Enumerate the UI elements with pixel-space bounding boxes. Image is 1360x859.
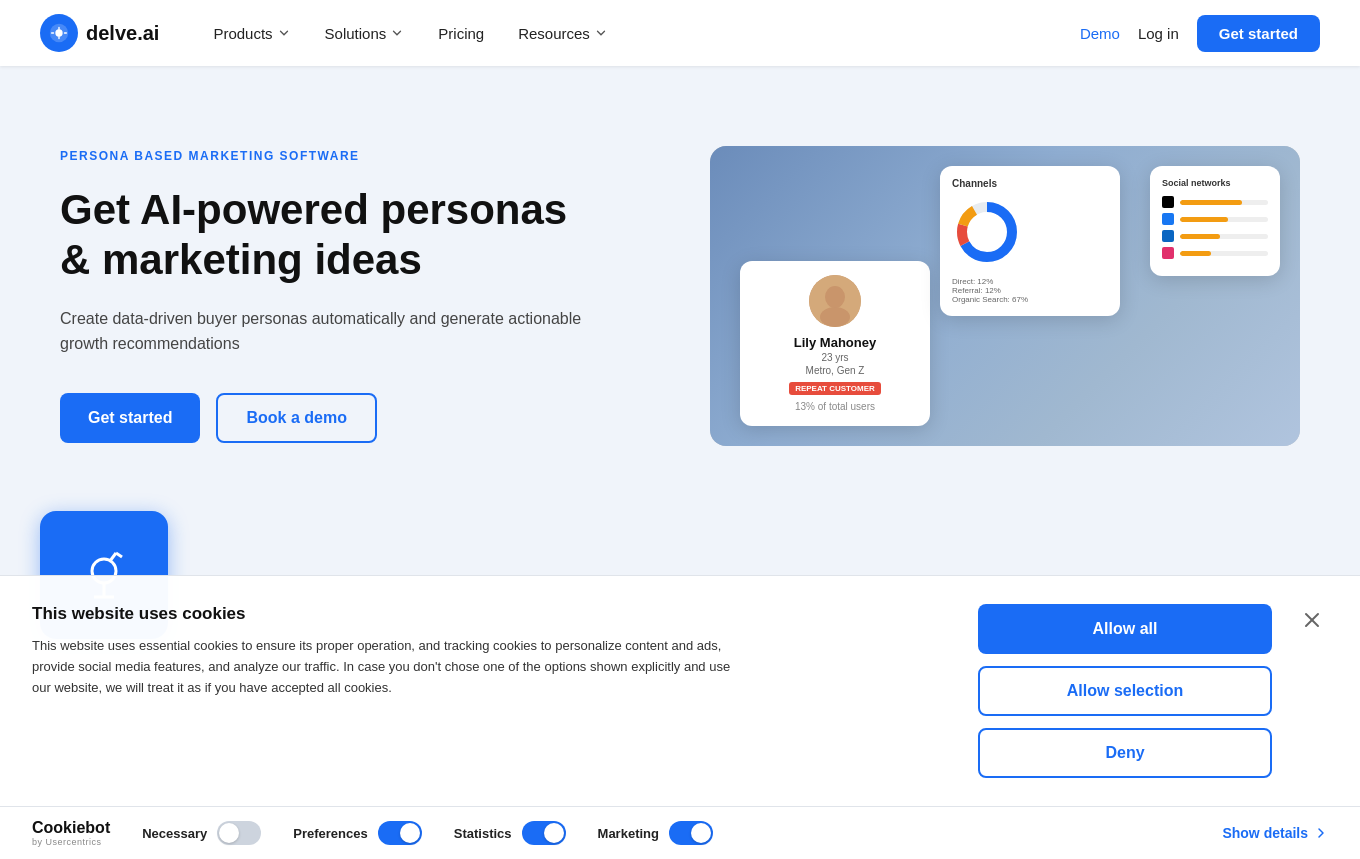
cookiebot-name: Cookiebot — [32, 819, 110, 837]
persona-age: 23 yrs — [756, 352, 914, 363]
persona-stat: 13% of total users — [756, 401, 914, 412]
logo-icon — [40, 14, 78, 52]
deny-button[interactable]: Deny — [978, 728, 1272, 778]
demo-link[interactable]: Demo — [1080, 25, 1120, 42]
cookie-actions: Allow all Allow selection Deny — [978, 604, 1272, 778]
show-details-button[interactable]: Show details — [1222, 825, 1328, 841]
hero-title: Get AI-powered personas & marketing idea… — [60, 185, 600, 286]
instagram-icon — [1162, 247, 1174, 259]
login-link[interactable]: Log in — [1138, 25, 1179, 42]
cookie-main: This website uses cookies This website u… — [0, 576, 1360, 806]
chevron-down-icon — [594, 26, 608, 40]
nav-links: Products Solutions Pricing Resources — [199, 17, 1080, 50]
statistics-toggle-group: Statistics — [454, 821, 566, 845]
persona-location: Metro, Gen Z — [756, 365, 914, 376]
cookie-close-button[interactable] — [1296, 604, 1328, 636]
toggle-thumb — [219, 823, 239, 843]
marketing-toggle[interactable] — [669, 821, 713, 845]
chevron-right-icon — [1314, 826, 1328, 840]
svg-point-3 — [820, 307, 850, 327]
linkedin-icon — [1162, 230, 1174, 242]
cookie-description: This website uses essential cookies to e… — [32, 636, 752, 698]
close-icon — [1302, 610, 1322, 630]
statistics-label: Statistics — [454, 826, 512, 841]
necessary-toggle[interactable] — [217, 821, 261, 845]
persona-avatar — [809, 275, 861, 327]
show-details-label: Show details — [1222, 825, 1308, 841]
twitter-icon — [1162, 196, 1174, 208]
svg-line-11 — [110, 553, 116, 561]
hero-get-started-button[interactable]: Get started — [60, 393, 200, 443]
chart-labels: Direct: 12% Referral: 12% Organic Search… — [952, 277, 1108, 304]
persona-badge: REPEAT CUSTOMER — [789, 382, 881, 395]
toggle-thumb — [400, 823, 420, 843]
social-title: Social networks — [1162, 178, 1268, 188]
chart-title: Channels — [952, 178, 1108, 189]
preferences-toggle[interactable] — [378, 821, 422, 845]
preferences-toggle-group: Preferences — [293, 821, 421, 845]
cookie-content: This website uses cookies This website u… — [32, 604, 954, 778]
allow-all-button[interactable]: Allow all — [978, 604, 1272, 654]
donut-chart — [952, 197, 1022, 267]
hero-section: PERSONA BASED MARKETING SOFTWARE Get AI-… — [0, 66, 1360, 506]
cookie-toggles: Necessary Preferences Statistics Marketi… — [142, 821, 1190, 845]
hero-background: Lily Mahoney 23 yrs Metro, Gen Z REPEAT … — [710, 146, 1300, 446]
cookiebot-sub: by Usercentrics — [32, 837, 102, 847]
social-row-instagram — [1162, 247, 1268, 259]
nav-get-started-button[interactable]: Get started — [1197, 15, 1320, 52]
svg-line-12 — [116, 553, 122, 557]
navbar: delve.ai Products Solutions Pricing Reso… — [0, 0, 1360, 66]
marketing-toggle-group: Marketing — [598, 821, 713, 845]
necessary-toggle-group: Necessary — [142, 821, 261, 845]
necessary-label: Necessary — [142, 826, 207, 841]
statistics-toggle[interactable] — [522, 821, 566, 845]
allow-selection-button[interactable]: Allow selection — [978, 666, 1272, 716]
toggle-thumb — [691, 823, 711, 843]
toggle-thumb — [544, 823, 564, 843]
hero-image: Lily Mahoney 23 yrs Metro, Gen Z REPEAT … — [710, 146, 1300, 446]
nav-pricing[interactable]: Pricing — [424, 17, 498, 50]
social-row-facebook — [1162, 213, 1268, 225]
persona-name: Lily Mahoney — [756, 335, 914, 350]
svg-point-2 — [825, 286, 845, 308]
cookiebot-brand: Cookiebot by Usercentrics — [32, 819, 110, 847]
cookie-title: This website uses cookies — [32, 604, 954, 624]
hero-eyebrow: PERSONA BASED MARKETING SOFTWARE — [60, 149, 600, 163]
facebook-icon — [1162, 213, 1174, 225]
nav-resources[interactable]: Resources — [504, 17, 622, 50]
social-networks-card: Social networks — [1150, 166, 1280, 276]
hero-buttons: Get started Book a demo — [60, 393, 600, 443]
logo[interactable]: delve.ai — [40, 14, 159, 52]
marketing-label: Marketing — [598, 826, 659, 841]
preferences-label: Preferences — [293, 826, 367, 841]
cookie-footer: Cookiebot by Usercentrics Necessary Pref… — [0, 806, 1360, 859]
chevron-down-icon — [277, 26, 291, 40]
cookie-banner: This website uses cookies This website u… — [0, 575, 1360, 859]
nav-products[interactable]: Products — [199, 17, 304, 50]
social-row-linkedin — [1162, 230, 1268, 242]
nav-solutions[interactable]: Solutions — [311, 17, 419, 50]
hero-text: PERSONA BASED MARKETING SOFTWARE Get AI-… — [60, 149, 600, 443]
logo-text: delve.ai — [86, 22, 159, 45]
hero-description: Create data-driven buyer personas automa… — [60, 306, 600, 357]
social-row-twitter — [1162, 196, 1268, 208]
persona-card: Lily Mahoney 23 yrs Metro, Gen Z REPEAT … — [740, 261, 930, 426]
nav-right: Demo Log in Get started — [1080, 15, 1320, 52]
hero-book-demo-button[interactable]: Book a demo — [216, 393, 376, 443]
channels-chart-card: Channels Direct: 12% Referral: 12% — [940, 166, 1120, 316]
chevron-down-icon — [390, 26, 404, 40]
